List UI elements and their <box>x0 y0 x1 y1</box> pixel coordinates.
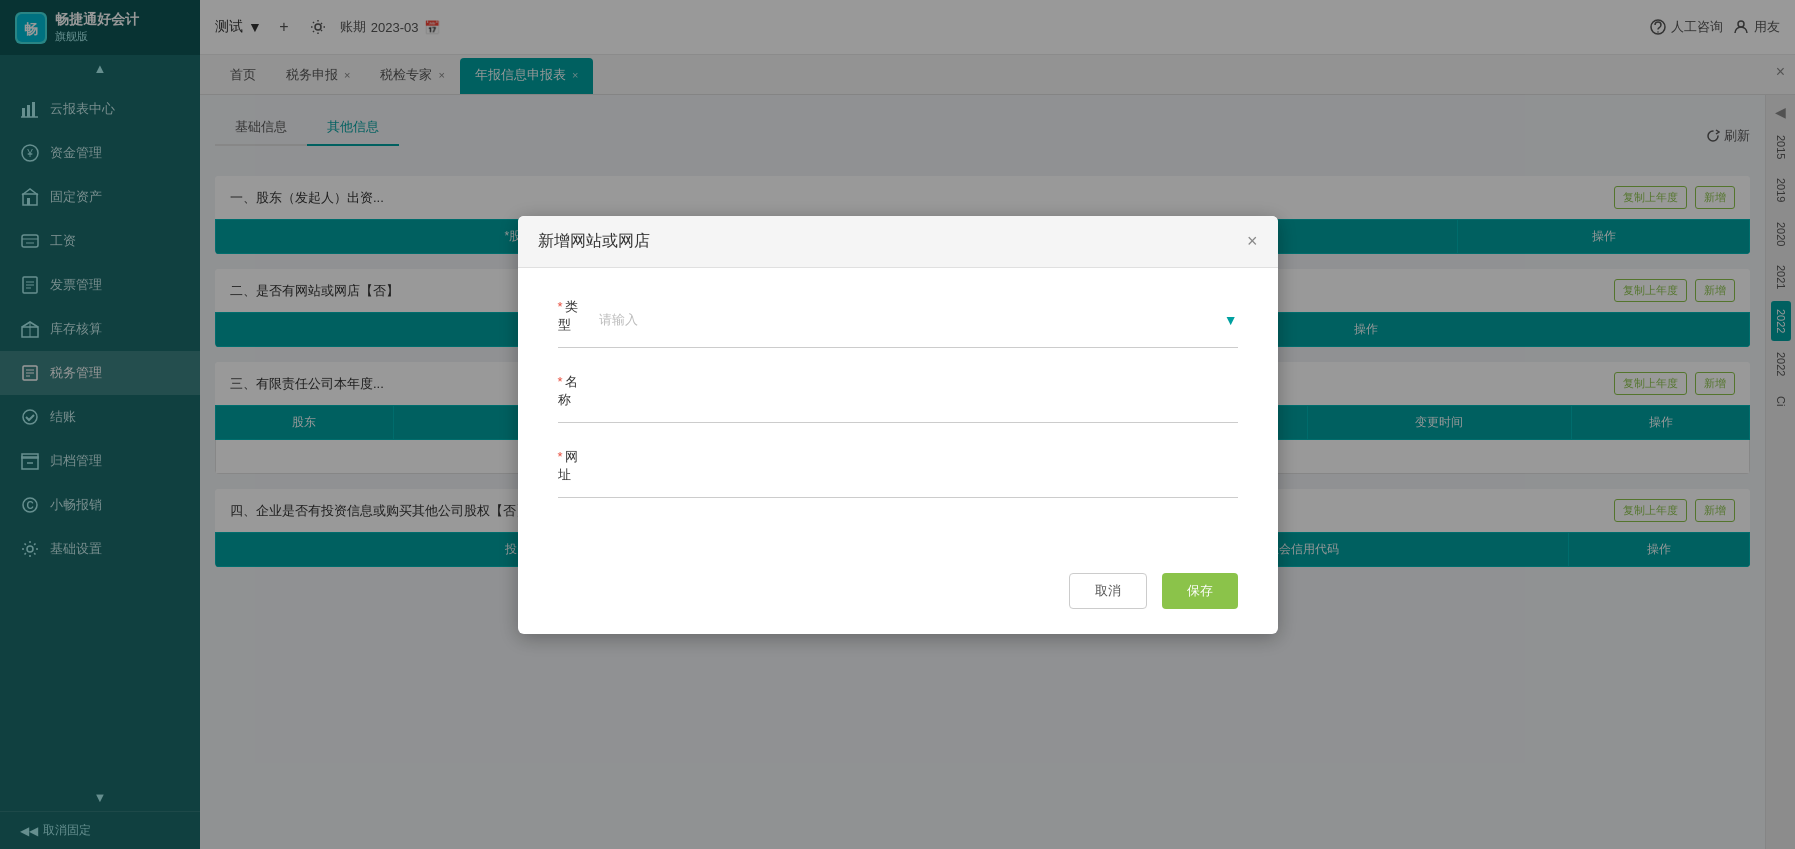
type-label: *类型 <box>558 298 589 334</box>
dropdown-chevron-icon: ▼ <box>1224 312 1238 328</box>
dialog-title: 新增网站或网店 <box>538 231 650 252</box>
dialog-overlay: 新增网站或网店 × *类型 ▼ *名称 <box>0 0 1795 849</box>
form-field-url: *网址 <box>558 448 1238 498</box>
dialog-footer: 取消 保存 <box>518 553 1278 634</box>
url-input[interactable] <box>599 458 1238 481</box>
form-field-type: *类型 ▼ <box>558 298 1238 348</box>
dialog-close-button[interactable]: × <box>1247 231 1258 252</box>
dialog-header: 新增网站或网店 × <box>518 216 1278 268</box>
cancel-button[interactable]: 取消 <box>1069 573 1147 609</box>
name-input[interactable] <box>599 383 1238 406</box>
dialog-body: *类型 ▼ *名称 *网址 <box>518 268 1278 553</box>
add-website-dialog: 新增网站或网店 × *类型 ▼ *名称 <box>518 216 1278 634</box>
name-label: *名称 <box>558 373 589 409</box>
save-button[interactable]: 保存 <box>1162 573 1238 609</box>
form-field-name: *名称 <box>558 373 1238 423</box>
url-label: *网址 <box>558 448 589 484</box>
type-input[interactable] <box>599 308 1238 331</box>
